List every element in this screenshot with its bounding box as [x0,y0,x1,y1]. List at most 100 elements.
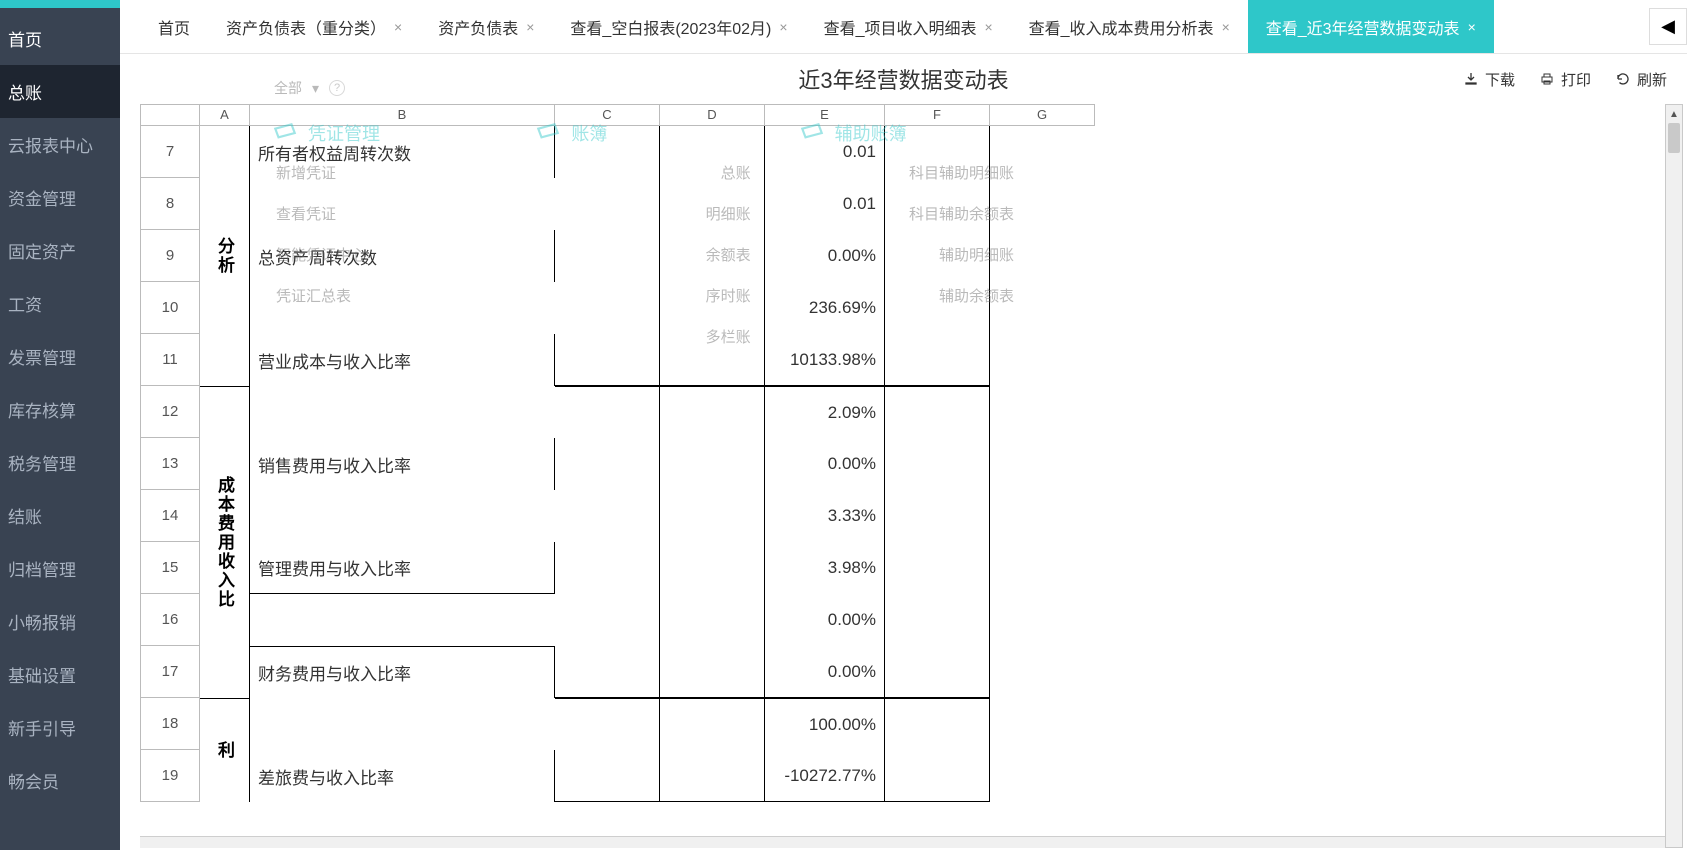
sidebar-item-inventory[interactable]: 库存核算 [0,383,120,436]
tab-income-cost[interactable]: 查看_收入成本费用分析表× [1011,0,1248,53]
cell[interactable]: 3.98% [765,542,885,594]
row-number[interactable]: 16 [140,594,200,646]
cell[interactable] [885,750,990,802]
col-header[interactable]: E [765,104,885,126]
cell[interactable] [555,698,660,750]
row-number[interactable]: 10 [140,282,200,334]
download-button[interactable]: 下载 [1463,69,1515,90]
cell[interactable] [885,334,990,386]
col-header[interactable]: G [990,104,1095,126]
sidebar-item-fixed-assets[interactable]: 固定资产 [0,224,120,277]
category-cell[interactable]: 成本费用收入比 [200,386,250,698]
category-cell[interactable]: 利 [200,698,250,802]
cell[interactable] [555,126,660,178]
close-icon[interactable]: × [1222,19,1230,35]
sidebar-item-member[interactable]: 畅会员 [0,754,120,807]
cell[interactable]: 0.00% [765,646,885,698]
sidebar-item-home[interactable]: 首页 [0,8,120,65]
col-header[interactable]: D [660,104,765,126]
sidebar-item-cloud-report[interactable]: 云报表中心 [0,118,120,171]
cell[interactable]: 0.00% [765,594,885,646]
cell[interactable] [660,594,765,646]
row-number[interactable]: 12 [140,386,200,438]
cell[interactable] [660,126,765,178]
col-header[interactable]: C [555,104,660,126]
cell[interactable]: 100.00% [765,698,885,750]
cell[interactable]: 236.69% [765,282,885,334]
vertical-scrollbar[interactable]: ▲ [1665,104,1683,848]
cell-label[interactable]: 总资产周转次数 [250,230,555,282]
cell[interactable] [885,126,990,178]
cell[interactable] [885,230,990,282]
tab-scroll-left-button[interactable]: ◀ [1649,8,1687,45]
cell[interactable] [660,750,765,802]
col-header[interactable]: A [200,104,250,126]
cell[interactable] [660,490,765,542]
row-number[interactable]: 8 [140,178,200,230]
cell[interactable] [660,646,765,698]
sidebar-item-funds[interactable]: 资金管理 [0,171,120,224]
row-number[interactable]: 7 [140,126,200,178]
cell[interactable]: 0.00% [765,230,885,282]
print-button[interactable]: 打印 [1539,69,1591,90]
cell[interactable] [885,282,990,334]
sidebar-item-reimburse[interactable]: 小畅报销 [0,595,120,648]
cell[interactable] [555,542,660,594]
close-icon[interactable]: × [984,19,992,35]
horizontal-scrollbar[interactable] [140,836,1665,848]
cell[interactable]: 2.09% [765,386,885,438]
cell[interactable] [555,282,660,334]
cell[interactable]: 10133.98% [765,334,885,386]
cell-label[interactable]: 销售费用与收入比率 [250,438,555,490]
cell[interactable] [660,282,765,334]
tab-blank-report[interactable]: 查看_空白报表(2023年02月)× [552,0,805,53]
sidebar-item-archive[interactable]: 归档管理 [0,542,120,595]
cell-label[interactable]: 营业成本与收入比率 [250,334,555,386]
cell[interactable] [555,646,660,698]
row-number[interactable]: 11 [140,334,200,386]
cell[interactable] [555,178,660,230]
cell[interactable] [660,542,765,594]
scroll-up-arrow[interactable]: ▲ [1666,105,1682,123]
cell-label[interactable]: 财务费用与收入比率 [250,646,555,698]
cell[interactable] [885,646,990,698]
tab-balance-reclass[interactable]: 资产负债表（重分类）× [208,0,420,53]
cell[interactable] [885,386,990,438]
cell[interactable] [885,178,990,230]
sidebar-item-salary[interactable]: 工资 [0,277,120,330]
cell[interactable] [660,334,765,386]
corner-cell[interactable] [140,104,200,126]
row-number[interactable]: 14 [140,490,200,542]
cell-label[interactable]: 所有者权益周转次数 [250,126,555,178]
cell[interactable] [885,490,990,542]
sidebar-item-ledger[interactable]: 总账 [0,65,120,118]
sidebar-item-closing[interactable]: 结账 [0,489,120,542]
scroll-thumb[interactable] [1668,123,1680,153]
sidebar-item-settings[interactable]: 基础设置 [0,648,120,701]
cell[interactable] [660,438,765,490]
cell[interactable] [555,594,660,646]
tab-3year-change[interactable]: 查看_近3年经营数据变动表× [1248,0,1494,53]
cell[interactable] [660,230,765,282]
cell[interactable] [555,750,660,802]
refresh-button[interactable]: 刷新 [1615,69,1667,90]
tab-home[interactable]: 首页 [140,0,208,53]
cell[interactable] [660,386,765,438]
cell[interactable]: 0.01 [765,178,885,230]
cell[interactable] [555,386,660,438]
cell[interactable] [660,698,765,750]
sidebar-item-tax[interactable]: 税务管理 [0,436,120,489]
spreadsheet-grid[interactable]: A B C D E F G 78910111213141516171819 所有… [140,104,1665,836]
cell[interactable] [660,178,765,230]
row-number[interactable]: 13 [140,438,200,490]
cell-label[interactable]: 差旅费与收入比率 [250,750,555,802]
row-number[interactable]: 18 [140,698,200,750]
row-number[interactable]: 19 [140,750,200,802]
col-header[interactable]: B [250,104,555,126]
col-header[interactable]: F [885,104,990,126]
cell[interactable]: 3.33% [765,490,885,542]
cell-label[interactable]: 管理费用与收入比率 [250,542,555,594]
close-icon[interactable]: × [526,19,534,35]
cell[interactable] [555,438,660,490]
row-number[interactable]: 9 [140,230,200,282]
